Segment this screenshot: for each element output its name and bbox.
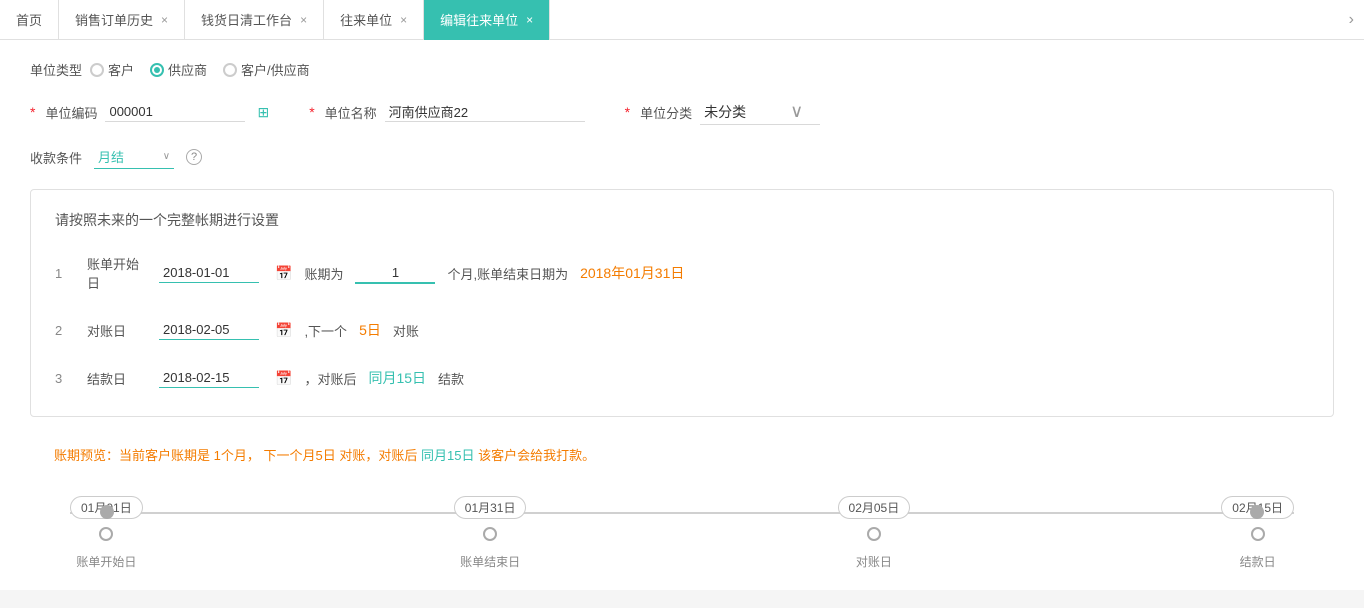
payment-terms-help-icon[interactable]: ?: [186, 149, 202, 165]
timeline-point-3: 02月05日 对账日: [838, 496, 911, 570]
unit-name-label: 单位名称: [325, 103, 377, 122]
payment-terms-row: 收款条件 月结 ∨ ?: [30, 145, 1334, 169]
timeline-dot-2: [483, 527, 497, 541]
period-recon-prefix: ,下一个: [304, 321, 347, 340]
timeline-label-1: 账单开始日: [76, 553, 136, 570]
tab-close-edit-partner[interactable]: ×: [526, 13, 533, 27]
payment-terms-value: 月结: [98, 147, 159, 166]
preview-part3: 同月15日: [421, 448, 474, 463]
unit-category-group: * 单位分类 未分类 ∨: [625, 99, 820, 125]
unit-name-input[interactable]: [385, 102, 585, 122]
period-start-date-input[interactable]: [159, 263, 259, 283]
period-num-1: 1: [55, 266, 75, 281]
period-section: 请按照未来的一个完整帐期进行设置 1 账单开始日 📅 账期为 个月,账单结束日期…: [30, 189, 1334, 417]
payment-terms-label: 收款条件: [30, 148, 82, 167]
period-start-cal-icon[interactable]: 📅: [275, 265, 292, 282]
tab-overflow-arrow[interactable]: ›: [1339, 11, 1364, 29]
radio-customer-circle: [90, 63, 104, 77]
tab-close-partner-units[interactable]: ×: [400, 13, 407, 27]
period-num-3: 3: [55, 371, 75, 386]
category-chevron-icon: ∨: [790, 101, 803, 122]
payment-terms-chevron-icon: ∨: [163, 151, 170, 162]
period-recon-date-input[interactable]: [159, 320, 259, 340]
period-row-3: 3 结款日 📅 ，对账后 同月15日 结款: [55, 368, 1309, 388]
period-label-1: 账单开始日: [87, 254, 147, 292]
unit-type-radio-group: 客户 供应商 客户/供应商: [90, 60, 310, 79]
timeline-left-endpoint: [100, 505, 114, 519]
tab-close-cash-reconciliation[interactable]: ×: [300, 13, 307, 27]
tab-cash-reconciliation[interactable]: 钱货日清工作台 ×: [185, 0, 324, 40]
unit-code-input[interactable]: [105, 102, 245, 122]
preview-prefix: 账期预览：当前客户账期是: [54, 448, 210, 463]
timeline-container: 01月01日 账单开始日 01月31日 账单结束日 02月05日 对账日 02月…: [30, 496, 1334, 570]
payment-terms-select[interactable]: 月结 ∨: [94, 145, 174, 169]
period-payment-prefix: ，对账后: [304, 369, 356, 388]
unit-code-label: 单位编码: [45, 103, 97, 122]
unit-type-group: 单位类型 客户 供应商 客户/供应商: [30, 60, 310, 79]
radio-both[interactable]: 客户/供应商: [223, 60, 310, 79]
timeline-label-2: 账单结束日: [460, 553, 520, 570]
unit-code-required: *: [30, 104, 35, 120]
period-row-2: 2 对账日 📅 ,下一个 5日 对账: [55, 320, 1309, 340]
preview-suffix: 该客户会给我打款。: [478, 448, 595, 463]
period-payment-cal-icon[interactable]: 📅: [275, 370, 292, 387]
period-row-1: 1 账单开始日 📅 账期为 个月,账单结束日期为 2018年01月31日: [55, 254, 1309, 292]
preview-part1: 1个月，: [214, 448, 260, 463]
period-payment-day-highlight: 同月15日: [368, 368, 426, 388]
preview-part2: 下一个月5日: [264, 448, 336, 463]
timeline-point-2: 01月31日 账单结束日: [454, 496, 527, 570]
period-label-3: 结款日: [87, 369, 147, 388]
timeline-badge-3: 02月05日: [838, 496, 911, 519]
period-recon-suffix: 对账: [393, 321, 419, 340]
unit-category-label: 单位分类: [640, 103, 692, 122]
period-midtext-1: 账期为: [304, 264, 343, 283]
tab-sales-order-history[interactable]: 销售订单历史 ×: [59, 0, 185, 40]
main-content: 单位类型 客户 供应商 客户/供应商 * 单位编码: [0, 40, 1364, 590]
unit-category-required: *: [625, 104, 630, 120]
timeline-badge-2: 01月31日: [454, 496, 527, 519]
unit-name-required: *: [309, 104, 314, 120]
radio-both-circle: [223, 63, 237, 77]
period-num-2: 2: [55, 323, 75, 338]
tab-partner-units[interactable]: 往来单位 ×: [324, 0, 424, 40]
radio-supplier[interactable]: 供应商: [150, 60, 207, 79]
unit-code-group: * 单位编码 ⊞: [30, 102, 269, 122]
unit-category-value: 未分类: [704, 102, 746, 122]
unit-category-select[interactable]: 未分类 ∨: [700, 99, 820, 125]
unit-type-row: 单位类型 客户 供应商 客户/供应商: [30, 60, 1334, 79]
tab-bar: 首页 销售订单历史 × 钱货日清工作台 × 往来单位 × 编辑往来单位 × ›: [0, 0, 1364, 40]
tab-home[interactable]: 首页: [0, 0, 59, 40]
timeline-right-endpoint: [1250, 505, 1264, 519]
tab-edit-partner[interactable]: 编辑往来单位 ×: [424, 0, 550, 40]
radio-supplier-circle: [150, 63, 164, 77]
preview-middle: 对账，对账后: [339, 448, 417, 463]
preview-section: 账期预览：当前客户账期是 1个月， 下一个月5日 对账，对账后 同月15日 该客…: [30, 433, 1334, 476]
unit-name-group: * 单位名称: [309, 102, 584, 122]
timeline-dot-3: [867, 527, 881, 541]
unit-code-copy-icon[interactable]: ⊞: [257, 104, 269, 121]
timeline-label-3: 对账日: [856, 553, 892, 570]
period-end-date-highlight: 2018年01月31日: [580, 263, 684, 283]
period-recon-day-highlight: 5日: [359, 320, 381, 340]
timeline-label-4: 结款日: [1240, 553, 1276, 570]
period-recon-cal-icon[interactable]: 📅: [275, 322, 292, 339]
tab-close-sales-order[interactable]: ×: [161, 13, 168, 27]
timeline-points: 01月01日 账单开始日 01月31日 账单结束日 02月05日 对账日 02月…: [70, 496, 1294, 570]
period-months-input[interactable]: [355, 263, 435, 284]
period-payment-date-input[interactable]: [159, 368, 259, 388]
period-suffix-1: 个月,账单结束日期为: [447, 264, 568, 283]
period-label-2: 对账日: [87, 321, 147, 340]
section-title: 请按照未来的一个完整帐期进行设置: [55, 210, 1309, 230]
timeline-dot-1: [99, 527, 113, 541]
unit-info-row: * 单位编码 ⊞ * 单位名称 * 单位分类 未分类 ∨: [30, 99, 1334, 125]
radio-customer[interactable]: 客户: [90, 60, 134, 79]
timeline-dot-4: [1251, 527, 1265, 541]
unit-type-label: 单位类型: [30, 60, 82, 79]
period-payment-suffix: 结款: [438, 369, 464, 388]
